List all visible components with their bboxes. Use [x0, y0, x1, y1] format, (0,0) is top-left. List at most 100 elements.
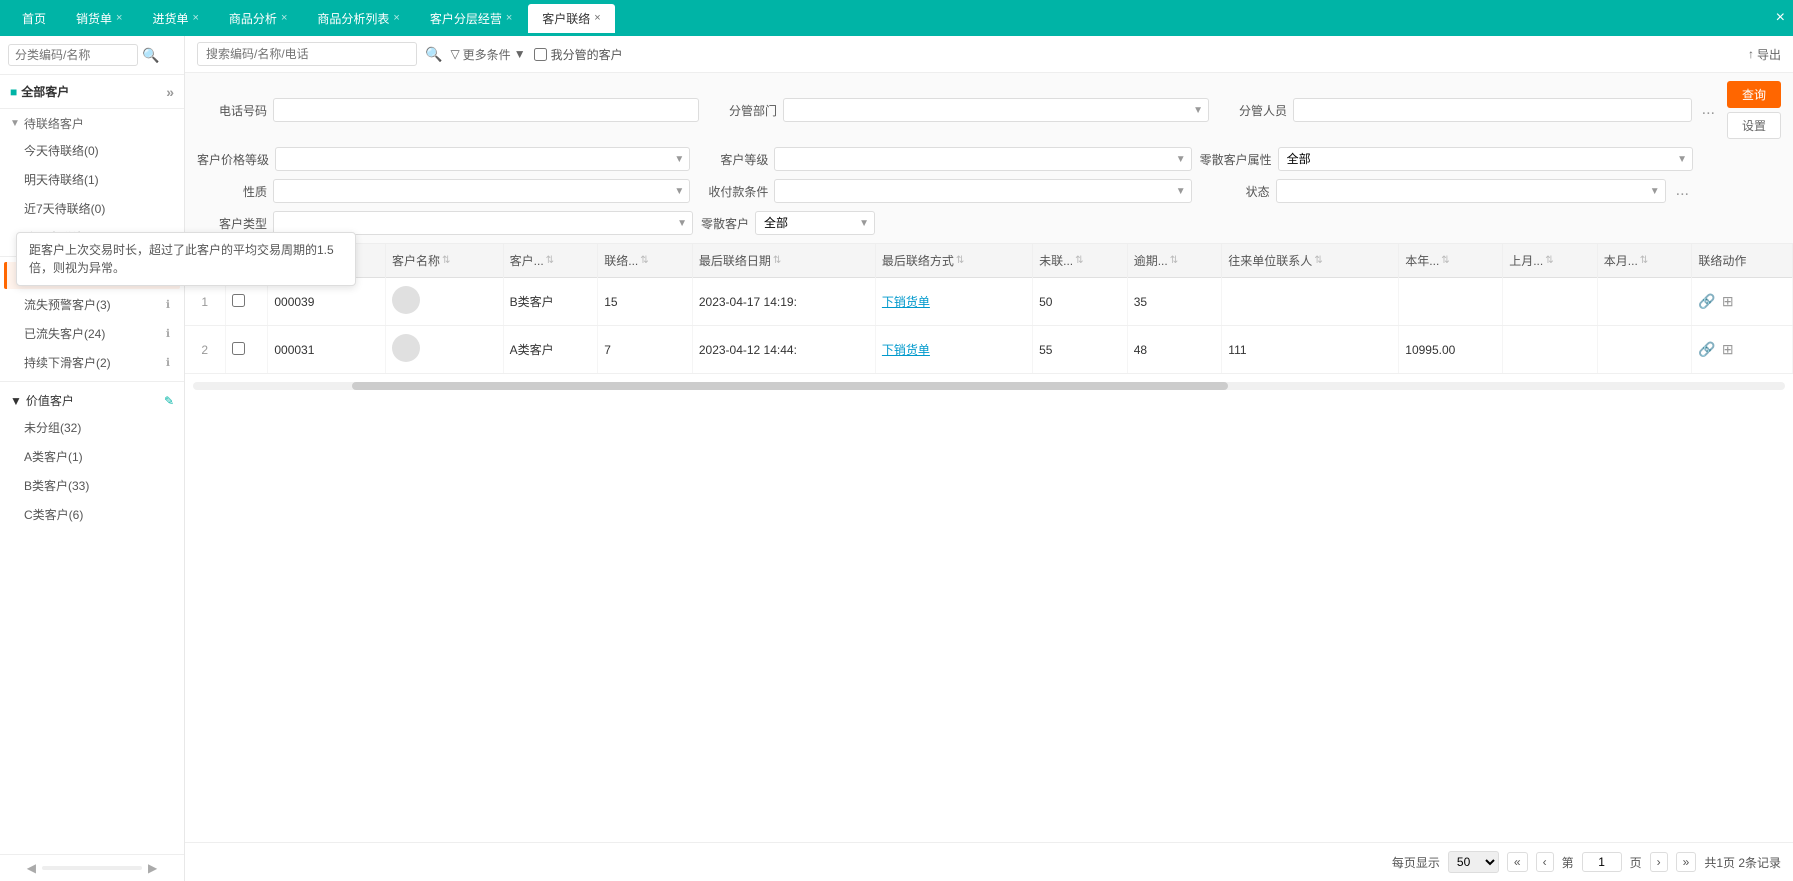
dept-select[interactable]: [783, 98, 1209, 122]
last-page-button[interactable]: »: [1676, 852, 1697, 872]
grade-select[interactable]: [774, 147, 1191, 171]
sort-icon: ⇅: [640, 255, 648, 266]
col-last-month[interactable]: 上月... ⇅: [1503, 244, 1598, 278]
tab-product-analysis[interactable]: 商品分析 ×: [215, 4, 301, 33]
col-this-year[interactable]: 本年... ⇅: [1399, 244, 1503, 278]
prev-page-button[interactable]: ‹: [1536, 852, 1554, 872]
link-action-icon[interactable]: 🔗: [1698, 341, 1715, 358]
sort-icon: ⇅: [1314, 255, 1322, 266]
close-icon[interactable]: ×: [192, 12, 198, 24]
filter-cell-person: 分管人员 ...: [1217, 98, 1719, 122]
close-icon[interactable]: ×: [281, 12, 287, 24]
window-close-button[interactable]: ×: [1776, 9, 1785, 27]
sidebar-item-tomorrow[interactable]: 明天待联络(1): [4, 166, 180, 193]
tab-sales-order[interactable]: 销货单 ×: [62, 4, 136, 33]
contact-way-link[interactable]: 下销货单: [882, 343, 930, 357]
row-last-contact-way-2[interactable]: 下销货单: [875, 326, 1032, 374]
col-last-contact-date[interactable]: 最后联络日期 ⇅: [692, 244, 875, 278]
price-level-select[interactable]: [275, 147, 690, 171]
my-customers-checkbox-label[interactable]: 我分管的客户: [534, 46, 623, 63]
sidebar-item-lost-warning[interactable]: 流失预警客户(3) ℹ: [4, 291, 180, 318]
sidebar-item-b-class[interactable]: B类客户(33): [4, 472, 180, 499]
close-icon[interactable]: ×: [594, 12, 600, 24]
sidebar-item-ungrouped[interactable]: 未分组(32): [4, 414, 180, 441]
row-uncontacted-2: 55: [1033, 326, 1128, 374]
tab-purchase-order[interactable]: 进货单 ×: [138, 4, 212, 33]
col-overdue[interactable]: 逾期... ⇅: [1127, 244, 1222, 278]
query-button[interactable]: 查询: [1727, 81, 1781, 108]
tab-customer-tier[interactable]: 客户分层经营 ×: [416, 4, 526, 33]
retail-customer-select[interactable]: 全部: [755, 211, 875, 235]
per-page-select[interactable]: 50 100 200: [1448, 851, 1499, 873]
sidebar-search-input[interactable]: [8, 44, 138, 66]
dept-select-wrapper: ▼: [783, 98, 1209, 122]
sidebar-collapse-button[interactable]: »: [166, 84, 174, 100]
sidebar-item-c-class[interactable]: C类客户(6): [4, 501, 180, 528]
right-arrow-icon[interactable]: ▶: [148, 861, 157, 875]
page-number-input[interactable]: [1582, 852, 1622, 872]
gender-select[interactable]: [273, 179, 690, 203]
row-last-contact-way-1[interactable]: 下销货单: [875, 278, 1032, 326]
col-this-month[interactable]: 本月... ⇅: [1597, 244, 1692, 278]
more-dots-button[interactable]: ...: [1672, 182, 1693, 200]
avatar: [392, 286, 420, 314]
search-button[interactable]: 🔍: [425, 46, 442, 63]
close-icon[interactable]: ×: [393, 12, 399, 24]
row-checkbox-2[interactable]: [225, 326, 268, 374]
sidebar-item-today[interactable]: 今天待联络(0): [4, 137, 180, 164]
pay-terms-select[interactable]: [774, 179, 1191, 203]
first-page-button[interactable]: «: [1507, 852, 1528, 872]
row-last-contact-date-2: 2023-04-12 14:44:: [692, 326, 875, 374]
table-row: 2 000031 A类客户 7 2023-04-12 14:44: 下销货单 5…: [185, 326, 1793, 374]
col-last-contact-way[interactable]: 最后联络方式 ⇅: [875, 244, 1032, 278]
scroll-thumb[interactable]: [352, 382, 1228, 390]
row-name-1: [386, 278, 504, 326]
export-button[interactable]: ↑ 导出: [1748, 46, 1781, 63]
col-contacts[interactable]: 往来单位联系人 ⇅: [1222, 244, 1399, 278]
col-contact[interactable]: 联络... ⇅: [598, 244, 693, 278]
tab-product-analysis-list[interactable]: 商品分析列表 ×: [303, 4, 413, 33]
col-type[interactable]: 客户... ⇅: [503, 244, 598, 278]
close-icon[interactable]: ×: [116, 12, 122, 24]
grid-action-icon[interactable]: ⊞: [1722, 293, 1734, 310]
filter-row-4: 客户类型 ▼ 零散客户 全部 ▼: [197, 211, 1781, 235]
info-icon[interactable]: ℹ: [166, 327, 170, 340]
contact-way-link[interactable]: 下销货单: [882, 295, 930, 309]
col-name[interactable]: 客户名称 ⇅: [386, 244, 504, 278]
link-action-icon[interactable]: 🔗: [1698, 293, 1715, 310]
sidebar-search-icon[interactable]: 🔍: [142, 47, 159, 64]
retail-attr-select[interactable]: 全部: [1278, 147, 1693, 171]
search-input[interactable]: [197, 42, 417, 66]
info-icon[interactable]: ℹ: [166, 298, 170, 311]
dots-button[interactable]: ...: [1698, 101, 1719, 119]
sort-icon: ⇅: [442, 255, 450, 266]
table-row: 1 000039 B类客户 15 2023-04-17 14:19: 下销货单 …: [185, 278, 1793, 326]
close-icon[interactable]: ×: [506, 12, 512, 24]
my-customers-checkbox[interactable]: [534, 48, 547, 61]
info-icon[interactable]: ℹ: [166, 356, 170, 369]
sidebar-item-lost[interactable]: 已流失客户(24) ℹ: [4, 320, 180, 347]
person-input[interactable]: [1293, 98, 1692, 122]
col-uncontacted[interactable]: 未联... ⇅: [1033, 244, 1128, 278]
phone-input[interactable]: [273, 98, 699, 122]
chevron-down-icon: ▼: [514, 47, 526, 61]
horizontal-scrollbar[interactable]: [185, 374, 1793, 398]
tab-customer-contact[interactable]: 客户联络 ×: [528, 4, 614, 33]
row-checkbox[interactable]: [232, 342, 245, 355]
status-select[interactable]: [1276, 179, 1666, 203]
row-contacts-2: 111: [1222, 326, 1399, 374]
row-checkbox[interactable]: [232, 294, 245, 307]
settings-button[interactable]: 设置: [1727, 112, 1781, 139]
edit-icon[interactable]: ✎: [164, 394, 174, 408]
sidebar-item-declining[interactable]: 持续下滑客户(2) ℹ: [4, 349, 180, 376]
grid-action-icon[interactable]: ⊞: [1722, 341, 1734, 358]
sidebar-item-7days[interactable]: 近7天待联络(0): [4, 195, 180, 222]
more-conditions-button[interactable]: ▽ 更多条件 ▼: [450, 46, 525, 63]
next-page-button[interactable]: ›: [1650, 852, 1668, 872]
avatar: [392, 334, 420, 362]
tab-home[interactable]: 首页: [8, 4, 60, 33]
sidebar-item-a-class[interactable]: A类客户(1): [4, 443, 180, 470]
sidebar-bottom-nav[interactable]: ◀ ▶: [0, 854, 184, 881]
action-icons: 🔗 ⊞: [1698, 293, 1786, 310]
left-arrow-icon[interactable]: ◀: [27, 861, 36, 875]
